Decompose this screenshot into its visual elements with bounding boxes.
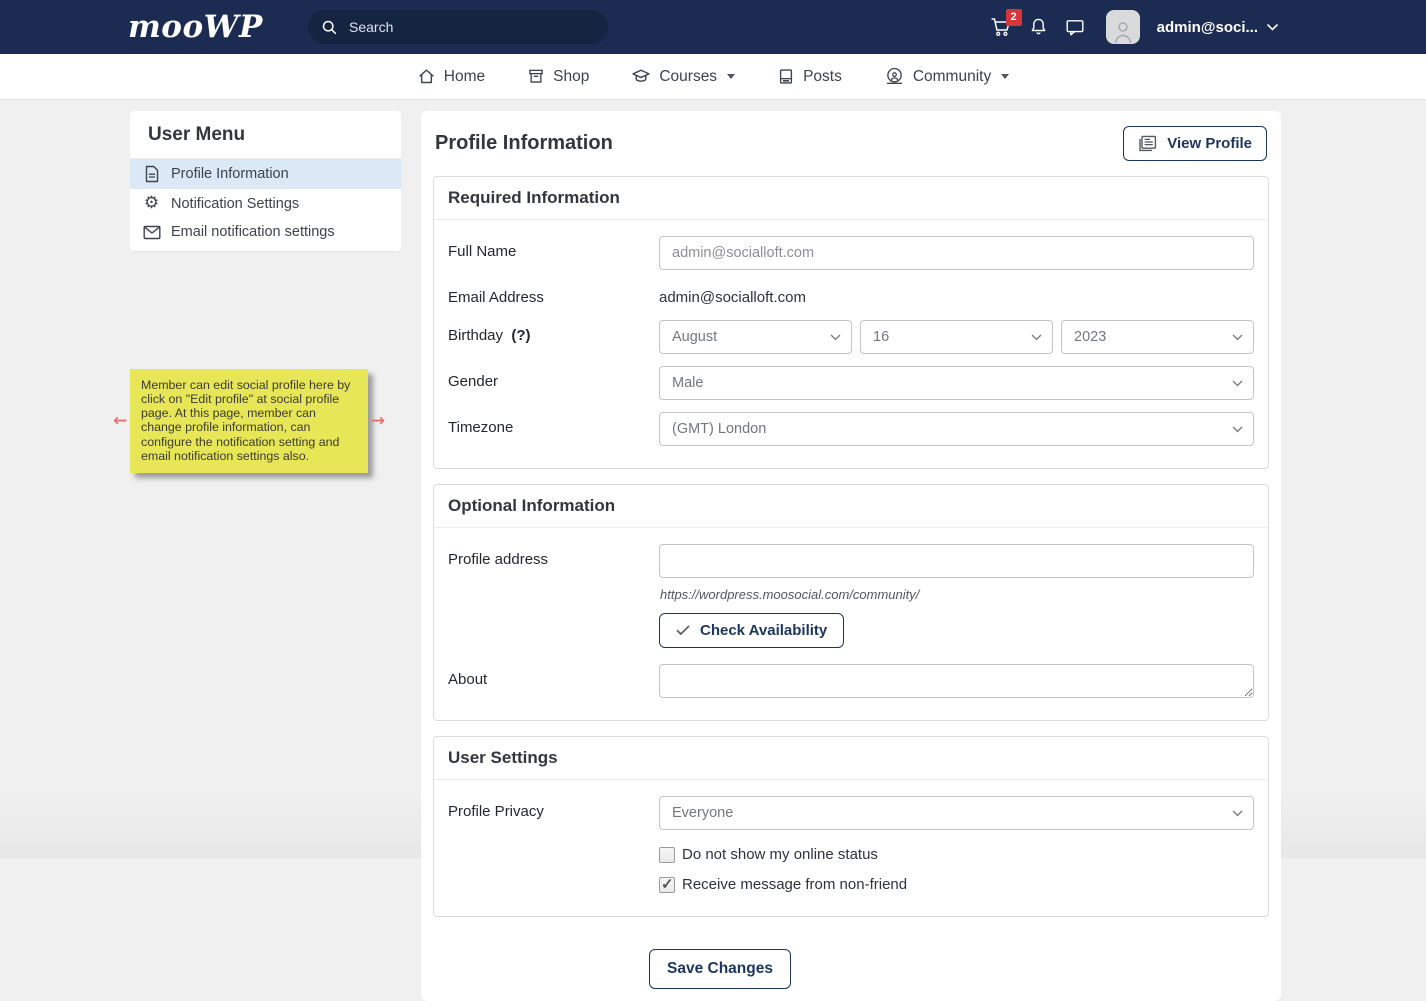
nav-community-label: Community [912, 67, 992, 85]
full-name-label: Full Name [448, 243, 517, 260]
nav-courses-label: Courses [659, 67, 718, 85]
arrow-left-icon: ← [113, 410, 128, 431]
birthday-year-select[interactable]: 2023 [1061, 320, 1254, 354]
topbar: mooWP 2 [0, 0, 1426, 54]
graduation-cap-icon [631, 67, 651, 86]
messages-button[interactable] [1065, 18, 1085, 37]
avatar-person-icon [1111, 18, 1135, 44]
home-icon [417, 67, 436, 86]
nav-courses[interactable]: Courses [631, 67, 736, 86]
avatar[interactable] [1105, 10, 1140, 44]
bell-icon [1029, 17, 1048, 37]
nav-community[interactable]: Community [884, 67, 1010, 86]
chat-icon [1065, 18, 1085, 37]
nav-posts[interactable]: Posts [777, 67, 842, 86]
receive-message-checkbox-label[interactable]: Receive message from non-friend [682, 876, 907, 893]
view-profile-icon [1138, 135, 1157, 152]
envelope-icon [142, 225, 161, 240]
nav-shop[interactable]: Shop [527, 67, 589, 86]
user-menu-title: User Menu [130, 111, 401, 159]
shop-icon [527, 67, 545, 86]
view-profile-button[interactable]: View Profile [1123, 126, 1267, 161]
arrow-right-icon: → [370, 410, 385, 431]
gender-select[interactable]: Male [659, 366, 1254, 400]
user-menu-card: User Menu Profile Information ⚙ Notifica… [130, 111, 401, 251]
profile-address-hint: https://wordpress.moosocial.com/communit… [660, 587, 920, 602]
site-logo[interactable]: mooWP [128, 11, 262, 43]
account-label: admin@soci... [1156, 18, 1258, 36]
about-label: About [448, 671, 488, 688]
online-status-checkbox[interactable] [659, 846, 675, 863]
sidebar-item-profile-information[interactable]: Profile Information [130, 159, 401, 189]
account-menu[interactable]: admin@soci... [1157, 19, 1278, 36]
optional-information-heading: Optional Information [434, 485, 1268, 528]
birthday-day-select[interactable]: 16 [860, 320, 1053, 354]
search-icon [321, 19, 338, 36]
page-title: Profile Information [435, 132, 613, 154]
nav-home[interactable]: Home [417, 67, 485, 86]
optional-information-section: Optional Information Profile address htt… [433, 484, 1269, 721]
sidebar-item-email-notification-settings[interactable]: Email notification settings [130, 218, 401, 246]
birthday-help-link[interactable]: (?) [511, 327, 530, 344]
user-settings-section: User Settings Profile Privacy Everyone D… [433, 736, 1269, 917]
search-input[interactable] [347, 18, 595, 36]
sidebar-item-label: Email notification settings [171, 224, 335, 240]
posts-icon [777, 67, 795, 86]
nav-home-label: Home [443, 67, 486, 85]
caret-down-icon [727, 74, 736, 79]
timezone-select[interactable]: (GMT) London [659, 412, 1254, 446]
sidebar-item-notification-settings[interactable]: ⚙ Notification Settings [130, 189, 401, 218]
check-icon [676, 625, 690, 636]
profile-privacy-select[interactable]: Everyone [659, 796, 1254, 830]
full-name-input[interactable] [659, 236, 1254, 270]
view-profile-label: View Profile [1167, 135, 1252, 152]
notifications-button[interactable] [1029, 17, 1048, 37]
main-nav: Home Shop Courses Posts Community [0, 54, 1426, 100]
cart-badge: 2 [1005, 9, 1022, 26]
check-availability-button[interactable]: Check Availability [659, 613, 845, 648]
nav-posts-label: Posts [803, 67, 842, 85]
about-textarea[interactable] [659, 664, 1254, 698]
note-text: Member can edit social profile here by c… [130, 369, 368, 473]
gender-label: Gender [448, 373, 499, 390]
sidebar-item-label: Notification Settings [171, 195, 300, 212]
required-information-heading: Required Information [434, 177, 1268, 220]
annotation-note: ← Member can edit social profile here by… [113, 369, 385, 473]
nav-shop-label: Shop [553, 67, 590, 85]
profile-panel: Profile Information View Profile Require… [421, 111, 1281, 1001]
birthday-month-select[interactable]: August [659, 320, 852, 354]
content-area: User Menu Profile Information ⚙ Notifica… [0, 100, 1426, 1001]
profile-address-input[interactable] [659, 544, 1254, 578]
save-changes-button[interactable]: Save Changes [649, 949, 791, 989]
profile-address-label: Profile address [448, 551, 549, 568]
online-status-checkbox-label[interactable]: Do not show my online status [682, 846, 878, 863]
required-information-section: Required Information Full Name Email Add… [433, 176, 1269, 469]
cart-button[interactable]: 2 [990, 9, 1022, 37]
sidebar: User Menu Profile Information ⚙ Notifica… [113, 111, 401, 1001]
profile-privacy-label: Profile Privacy [448, 803, 544, 820]
document-icon [142, 165, 161, 183]
birthday-label: Birthday (?) [448, 327, 531, 344]
community-icon [884, 67, 905, 86]
timezone-label: Timezone [448, 419, 514, 436]
check-availability-label: Check Availability [700, 622, 828, 639]
user-settings-heading: User Settings [434, 737, 1268, 780]
email-address-label: Email Address [448, 289, 544, 306]
sidebar-item-label: Profile Information [171, 166, 289, 182]
caret-down-icon [1001, 74, 1010, 79]
email-address-value: admin@socialloft.com [659, 289, 806, 306]
global-search[interactable] [308, 10, 608, 44]
receive-message-checkbox[interactable] [659, 875, 675, 893]
chevron-down-icon [1267, 23, 1278, 31]
gear-icon: ⚙ [143, 193, 160, 213]
